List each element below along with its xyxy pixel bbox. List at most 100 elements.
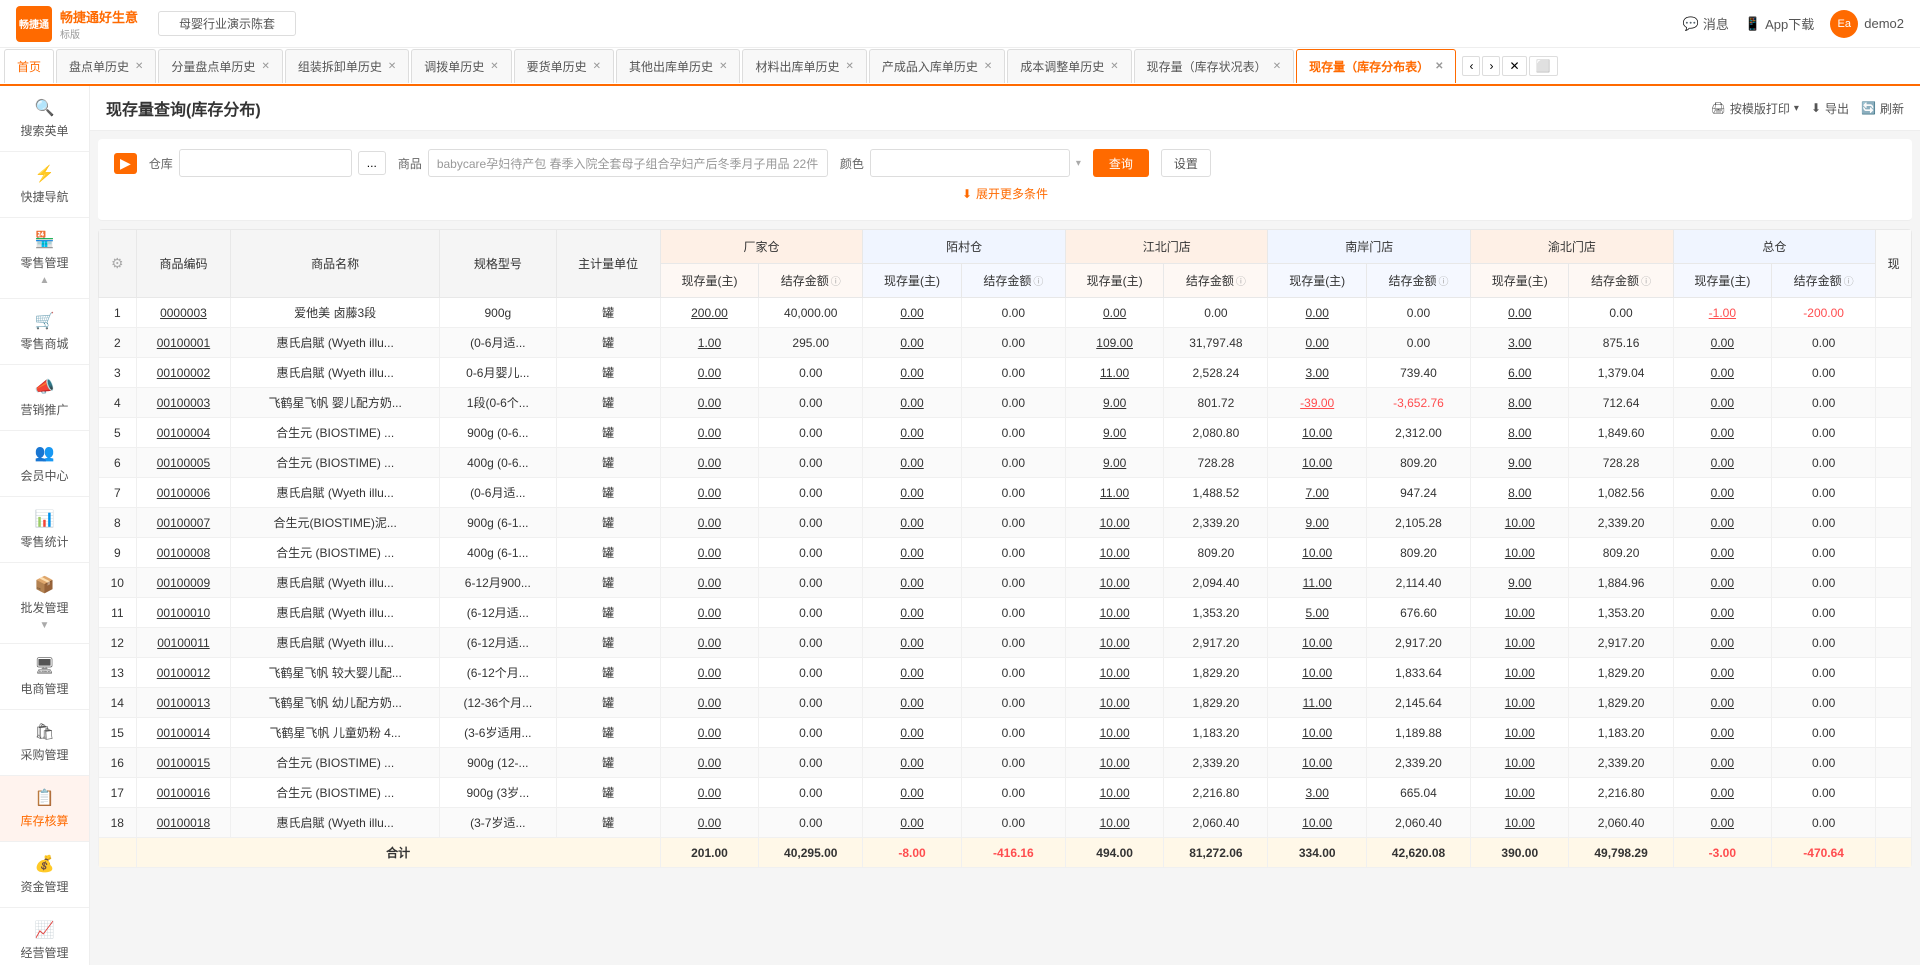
goods-input[interactable] — [428, 149, 828, 177]
tab-8[interactable]: 产成品入库单历史 ✕ — [869, 49, 1005, 83]
sidebar-item-marketing[interactable]: 📣 营销推广 — [0, 365, 89, 431]
close-icon[interactable]: ✕ — [135, 61, 143, 72]
tab-close-all-btn[interactable]: ✕ — [1502, 56, 1526, 76]
th-total-amt: 结存金额ⓘ — [1772, 264, 1876, 298]
info-icon[interactable]: ⓘ — [1033, 277, 1043, 288]
app-icon: 📱 — [1745, 16, 1761, 32]
member-icon: 👥 — [35, 443, 55, 463]
info-icon[interactable]: ⓘ — [1236, 277, 1246, 288]
info-icon[interactable]: ⓘ — [1438, 277, 1448, 288]
inventory-icon: 📋 — [35, 788, 55, 808]
data-table: ⚙ 商品编码 商品名称 规格型号 主计量单位 厂家仓 陌村仓 江北门店 南岸门店… — [98, 229, 1912, 868]
sidebar-item-wholesale[interactable]: 📦 批发管理 ▼ — [0, 563, 89, 644]
sidebar-label-member: 会员中心 — [20, 467, 68, 484]
table-row: 900100008合生元 (BIOSTIME) ...400g (6-1...罐… — [99, 538, 1912, 568]
tab-6[interactable]: 其他出库单历史 ✕ — [616, 49, 740, 83]
warehouse-input[interactable] — [179, 149, 352, 177]
industry-selector[interactable]: 母婴行业演示陈套 — [158, 11, 296, 36]
filter-collapse-btn[interactable]: ▶ — [114, 153, 137, 174]
tab-7[interactable]: 材料出库单历史 ✕ — [742, 49, 866, 83]
finance-icon: 💰 — [35, 854, 55, 874]
msg-btn[interactable]: 💬 消息 — [1683, 14, 1729, 33]
close-icon[interactable]: ✕ — [388, 61, 396, 72]
table-row: 400100003飞鹤星飞帆 婴儿配方奶...1段(0-6个...罐0.000.… — [99, 388, 1912, 418]
filter-row-2: ⬇ 展开更多条件 — [114, 185, 1896, 202]
query-btn[interactable]: 查询 — [1093, 149, 1149, 177]
sidebar-item-search[interactable]: 🔍 搜索英单 — [0, 86, 89, 152]
th-spec: 规格型号 — [440, 230, 557, 298]
tab-1[interactable]: 盘点单历史 ✕ — [56, 49, 156, 83]
info-icon[interactable]: ⓘ — [831, 277, 841, 288]
info-icon[interactable]: ⓘ — [1641, 277, 1651, 288]
close-icon[interactable]: ✕ — [261, 61, 269, 72]
sidebar-item-nav[interactable]: ⚡ 快捷导航 — [0, 152, 89, 218]
gear-icon[interactable]: ⚙ — [111, 255, 124, 271]
th-gear[interactable]: ⚙ — [99, 230, 137, 298]
sidebar: 🔍 搜索英单 ⚡ 快捷导航 🏪 零售管理 ▲ 🛒 零售商城 📣 营销推广 👥 会… — [0, 86, 90, 965]
goods-filter: 商品 — [398, 149, 828, 177]
main-layout: 🔍 搜索英单 ⚡ 快捷导航 🏪 零售管理 ▲ 🛒 零售商城 📣 营销推广 👥 会… — [0, 86, 1920, 965]
sidebar-label-inventory: 库存核算 — [20, 812, 68, 829]
color-dropdown-icon: ▾ — [1076, 158, 1081, 169]
tab-5[interactable]: 要货单历史 ✕ — [514, 49, 614, 83]
sidebar-label-retail: 零售管理 — [20, 254, 68, 271]
data-table-wrapper: ⚙ 商品编码 商品名称 规格型号 主计量单位 厂家仓 陌村仓 江北门店 南岸门店… — [98, 229, 1912, 868]
nav-icon: ⚡ — [35, 164, 55, 184]
th-name: 商品名称 — [231, 230, 440, 298]
tab-expand-btn[interactable]: ⬜ — [1529, 56, 1558, 76]
sidebar-item-finance[interactable]: 💰 资金管理 — [0, 842, 89, 908]
sidebar-item-inventory[interactable]: 📋 库存核算 — [0, 776, 89, 842]
print-btn[interactable]: 🖨 按模版打印 ▾ — [1711, 100, 1799, 117]
tab-11[interactable]: 现存量（库存分布表） ✕ — [1296, 49, 1456, 83]
close-icon[interactable]: ✕ — [845, 61, 853, 72]
export-btn[interactable]: ⬇ 导出 — [1811, 100, 1849, 117]
sidebar-item-purchase[interactable]: 🛍 采购管理 — [0, 710, 89, 776]
close-icon[interactable]: ✕ — [490, 61, 498, 72]
tab-prev-btn[interactable]: ‹ — [1462, 56, 1480, 76]
avatar: Ea — [1830, 10, 1858, 38]
sidebar-item-ecommerce[interactable]: 🖥 电商管理 — [0, 644, 89, 710]
warehouse-label: 仓库 — [149, 155, 173, 172]
sidebar-item-operations[interactable]: 📈 经营管理 — [0, 908, 89, 965]
print-icon: 🖨 — [1711, 101, 1726, 115]
th-scroll-right: 现 — [1876, 230, 1912, 298]
warehouse-filter: 仓库 ... — [149, 149, 386, 177]
info-icon[interactable]: ⓘ — [1844, 277, 1854, 288]
tab-9[interactable]: 成本调整单历史 ✕ — [1007, 49, 1131, 83]
setting-btn[interactable]: 设置 — [1161, 149, 1211, 177]
shop-icon: 🛒 — [35, 311, 55, 331]
th-na-amt: 结存金额ⓘ — [1366, 264, 1470, 298]
expand-more-btn[interactable]: ⬇ 展开更多条件 — [962, 185, 1048, 202]
tab-4[interactable]: 调拨单历史 ✕ — [411, 49, 511, 83]
wholesale-icon: 📦 — [35, 575, 55, 595]
user-area[interactable]: Ea demo2 — [1830, 10, 1904, 38]
table-row: 300100002惠氏启賦 (Wyeth illu...0-6月婴儿...罐0.… — [99, 358, 1912, 388]
tab-next-btn[interactable]: › — [1482, 56, 1500, 76]
sidebar-item-retail-mgmt[interactable]: 🏪 零售管理 ▲ — [0, 218, 89, 299]
sidebar-item-member[interactable]: 👥 会员中心 — [0, 431, 89, 497]
warehouse-more-btn[interactable]: ... — [358, 151, 386, 175]
tab-home[interactable]: 首页 — [4, 49, 54, 83]
color-input[interactable] — [870, 149, 1070, 177]
tab-2[interactable]: 分量盘点单历史 ✕ — [158, 49, 282, 83]
refresh-btn[interactable]: 🔄 刷新 — [1861, 100, 1904, 117]
close-icon[interactable]: ✕ — [593, 61, 601, 72]
th-factory: 厂家仓 — [660, 230, 863, 264]
close-icon[interactable]: ✕ — [719, 61, 727, 72]
table-row: 800100007合生元(BIOSTIME)泥...900g (6-1...罐0… — [99, 508, 1912, 538]
close-icon[interactable]: ✕ — [1273, 61, 1281, 72]
chevron-down-icon: ▾ — [1794, 103, 1799, 114]
tab-10[interactable]: 现存量（库存状况表） ✕ — [1134, 49, 1294, 83]
app-btn[interactable]: 📱 App下载 — [1745, 14, 1814, 33]
sidebar-item-retail-stats[interactable]: 📊 零售统计 — [0, 497, 89, 563]
close-icon[interactable]: ✕ — [984, 61, 992, 72]
tab-3[interactable]: 组装拆卸单历史 ✕ — [285, 49, 409, 83]
th-jb-qty: 现存量(主) — [1065, 264, 1163, 298]
marketing-icon: 📣 — [35, 377, 55, 397]
sidebar-label-search: 搜索英单 — [20, 122, 68, 139]
close-icon[interactable]: ✕ — [1110, 61, 1118, 72]
th-na-qty: 现存量(主) — [1268, 264, 1366, 298]
th-total-qty: 现存量(主) — [1673, 264, 1771, 298]
close-icon[interactable]: ✕ — [1435, 61, 1443, 72]
sidebar-item-shop[interactable]: 🛒 零售商城 — [0, 299, 89, 365]
